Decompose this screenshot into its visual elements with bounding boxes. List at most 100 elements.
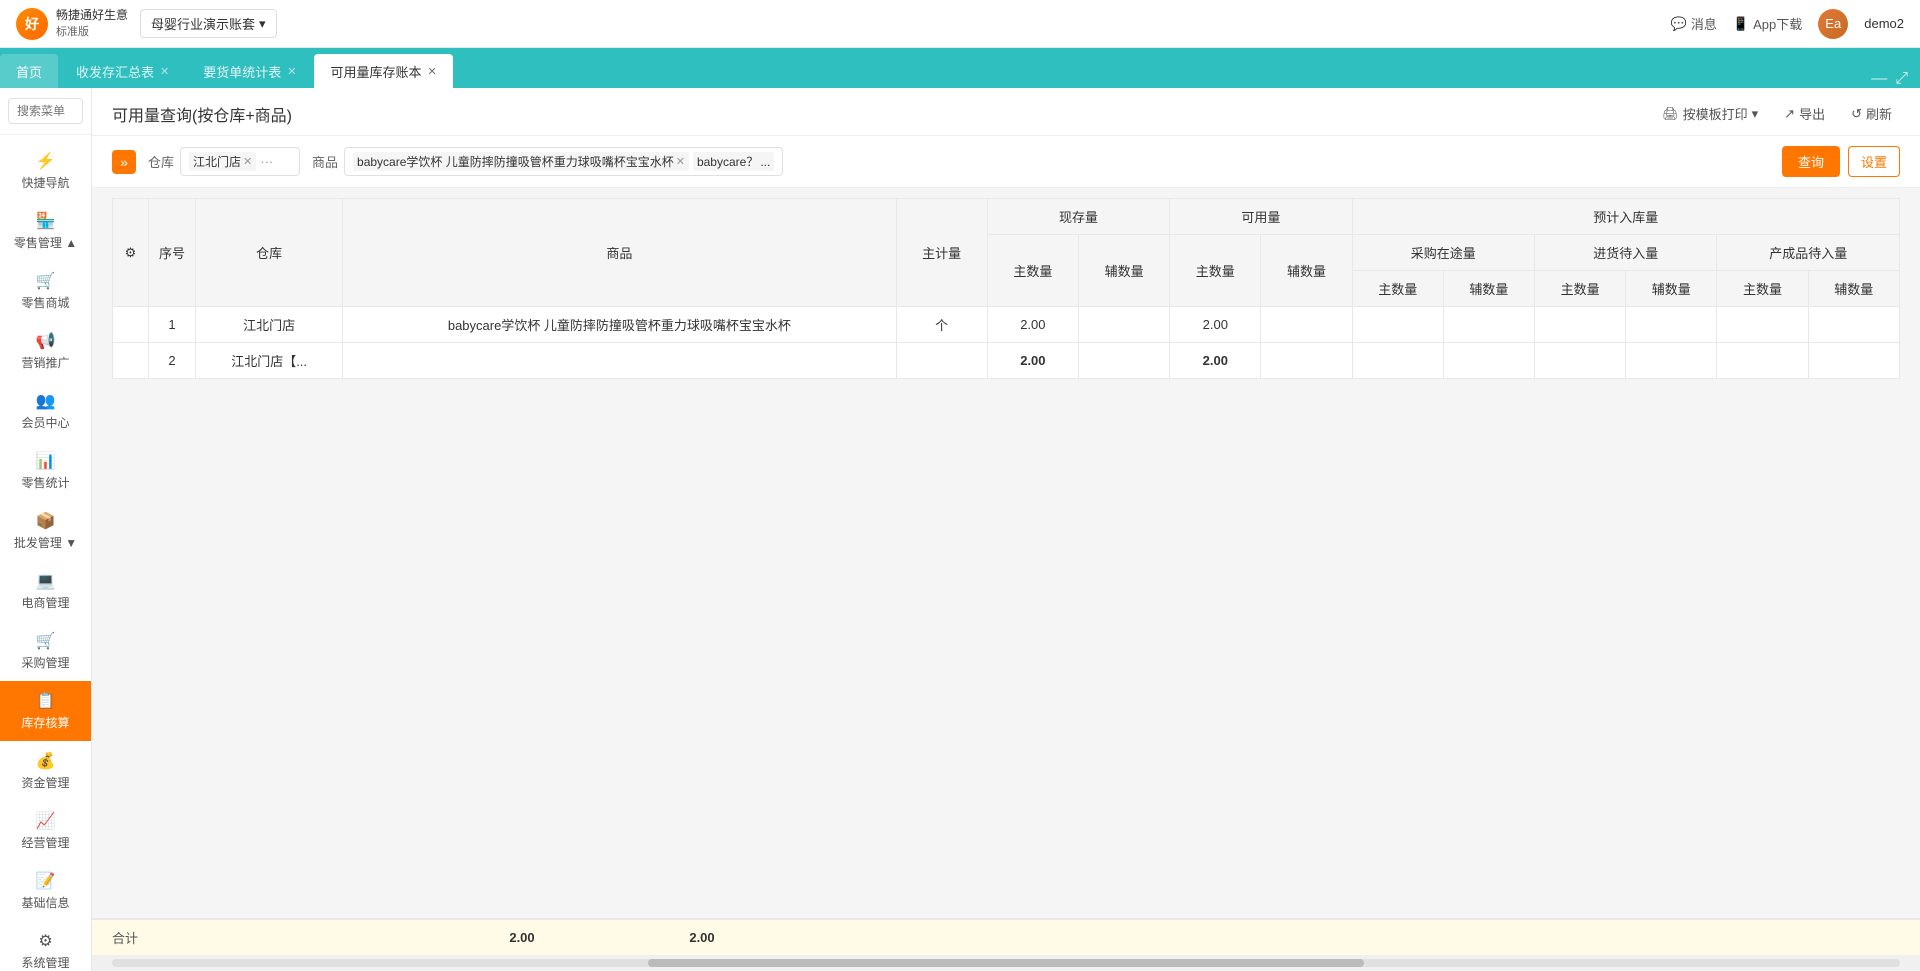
- top-bar: 好 畅捷通好生意 标准版 母婴行业演示账套 ▾ 💬 消息 📱 App下载 Ea …: [0, 0, 1920, 48]
- system-icon: ⚙: [38, 931, 52, 951]
- warehouse-more[interactable]: ···: [260, 154, 273, 169]
- print-chevron-icon: ▾: [1752, 106, 1759, 122]
- main-layout: ⚡ 快捷导航 🏪 零售管理 ▲ 🛒 零售商城 📢 营销推广 👥 会员中心 📊: [0, 88, 1920, 971]
- print-btn[interactable]: 🖨 按模板打印 ▾: [1654, 100, 1766, 127]
- search-input[interactable]: [8, 98, 83, 124]
- inventory-label: 库存核算: [21, 714, 69, 731]
- sidebar-item-retail-mall[interactable]: 🛒 零售商城: [0, 261, 91, 321]
- scroll-track[interactable]: [112, 959, 1900, 967]
- td-incoming-main-2: [1535, 343, 1626, 379]
- td-stock-sub-2: [1078, 343, 1169, 379]
- marketing-icon: 📢: [36, 331, 56, 351]
- sidebar-item-nav[interactable]: ⚡ 快捷导航: [0, 141, 91, 201]
- td-gear-2: [113, 343, 149, 379]
- th-incoming-main: 主数量: [1535, 271, 1626, 307]
- print-icon: 🖨: [1662, 106, 1679, 122]
- warehouse-filter-label: 仓库: [148, 152, 174, 171]
- export-label: 导出: [1799, 104, 1825, 123]
- scroll-thumb[interactable]: [648, 959, 1363, 967]
- retail-mgmt-label: 零售管理 ▲: [14, 234, 77, 251]
- tab-close-order[interactable]: ✕: [287, 65, 296, 78]
- basic-icon: 📝: [36, 871, 56, 891]
- th-no: 序号: [149, 199, 196, 307]
- th-unit: 主计量: [896, 199, 987, 307]
- sidebar-item-wholesale[interactable]: 📦 批发管理 ▼: [0, 501, 91, 561]
- inventory-tab-label: 可用量库存账本: [330, 62, 421, 81]
- th-incoming-sub: 辅数量: [1626, 271, 1717, 307]
- sidebar-item-basic[interactable]: 📝 基础信息: [0, 861, 91, 921]
- tab-close-inventory[interactable]: ✕: [428, 65, 437, 78]
- table-row: 1 江北门店 babycare学饮杯 儿童防摔防撞吸管杯重力球吸嘴杯宝宝水杯 个…: [113, 307, 1900, 343]
- sidebar-item-system[interactable]: ⚙ 系统管理: [0, 921, 91, 971]
- operations-label: 经营管理: [21, 834, 69, 851]
- warehouse-tag-value: 江北门店: [193, 153, 241, 170]
- product-filter-label: 商品: [312, 152, 338, 171]
- message-btn[interactable]: 💬 消息: [1671, 14, 1717, 33]
- tab-inventory[interactable]: 可用量库存账本 ✕: [314, 54, 452, 88]
- refresh-icon: ↺: [1851, 106, 1862, 122]
- sidebar-item-retail-mgmt[interactable]: 🏪 零售管理 ▲: [0, 201, 91, 261]
- sidebar-item-members[interactable]: 👥 会员中心: [0, 381, 91, 441]
- tab-actions: — ⤢: [1871, 70, 1920, 88]
- avatar-initials: Ea: [1825, 16, 1841, 31]
- warehouse-tag-close[interactable]: ✕: [243, 155, 252, 168]
- sidebar-item-purchase[interactable]: 🛒 采购管理: [0, 621, 91, 681]
- th-stock-sub: 辅数量: [1078, 235, 1169, 307]
- th-warehouse: 仓库: [196, 199, 343, 307]
- tab-home[interactable]: 首页: [0, 54, 58, 88]
- avatar[interactable]: Ea: [1818, 9, 1848, 39]
- sidebar-item-retail-stats[interactable]: 📊 零售统计: [0, 441, 91, 501]
- scroll-bar: [92, 955, 1920, 971]
- nav-label: 快捷导航: [21, 174, 69, 191]
- sidebar-item-inventory[interactable]: 📋 库存核算: [0, 681, 91, 741]
- chevron-down-icon: ▾: [259, 16, 266, 32]
- query-button[interactable]: 查询: [1782, 146, 1840, 177]
- export-btn[interactable]: ↗ 导出: [1776, 100, 1833, 127]
- refresh-btn[interactable]: ↺ 刷新: [1843, 100, 1900, 127]
- td-avail-main-2: 2.00: [1170, 343, 1261, 379]
- tab-fullscreen-btn[interactable]: ⤢: [1895, 70, 1908, 88]
- product-tag-1-close[interactable]: ✕: [676, 155, 685, 168]
- th-forecast: 预计入库量: [1352, 199, 1899, 235]
- setting-button[interactable]: 设置: [1848, 146, 1900, 177]
- industry-selector[interactable]: 母婴行业演示账套 ▾: [140, 9, 277, 38]
- th-gear[interactable]: ⚙: [113, 199, 149, 307]
- top-bar-left: 好 畅捷通好生意 标准版 母婴行业演示账套 ▾: [16, 8, 277, 40]
- td-transit-sub-2: [1443, 343, 1534, 379]
- th-available: 可用量: [1170, 199, 1352, 235]
- td-gear: [113, 307, 149, 343]
- tab-order[interactable]: 要货单统计表 ✕: [187, 54, 312, 88]
- td-avail-main-1: 2.00: [1170, 307, 1261, 343]
- print-label: 按模板打印: [1683, 104, 1748, 123]
- logo-text-area: 畅捷通好生意 标准版: [56, 8, 128, 40]
- page-header: 可用量查询(按仓库+商品) 🖨 按模板打印 ▾ ↗ 导出 ↺ 刷新: [92, 88, 1920, 136]
- warehouse-input[interactable]: 江北门店 ✕ ···: [180, 147, 300, 176]
- logo-title: 畅捷通好生意: [56, 8, 128, 24]
- th-transit-sub: 辅数量: [1443, 271, 1534, 307]
- sidebar-item-marketing[interactable]: 📢 营销推广: [0, 321, 91, 381]
- product-input[interactable]: babycare学饮杯 儿童防摔防撞吸管杯重力球吸嘴杯宝宝水杯 ✕ babyca…: [344, 147, 783, 176]
- th-avail-main: 主数量: [1170, 235, 1261, 307]
- tab-receipt[interactable]: 收发存汇总表 ✕: [60, 54, 185, 88]
- sidebar-item-operations[interactable]: 📈 经营管理: [0, 801, 91, 861]
- top-bar-right: 💬 消息 📱 App下载 Ea demo2: [1671, 9, 1904, 39]
- th-production: 产成品待入量: [1717, 235, 1900, 271]
- product-tag-2-value: babycare？: [697, 153, 758, 170]
- table-row: 2 江北门店【... 2.00 2.00: [113, 343, 1900, 379]
- filter-expand-btn[interactable]: »: [112, 150, 136, 174]
- ecommerce-icon: 💻: [36, 571, 56, 591]
- download-icon: 📱: [1733, 16, 1749, 32]
- content-area: 可用量查询(按仓库+商品) 🖨 按模板打印 ▾ ↗ 导出 ↺ 刷新 »: [92, 88, 1920, 971]
- tab-minimize-btn[interactable]: —: [1871, 70, 1887, 88]
- td-incoming-sub-1: [1626, 307, 1717, 343]
- refresh-label: 刷新: [1866, 104, 1892, 123]
- retail-stats-icon: 📊: [36, 451, 56, 471]
- td-production-sub-1: [1808, 307, 1899, 343]
- tab-close-receipt[interactable]: ✕: [160, 65, 169, 78]
- sidebar-item-finance[interactable]: 💰 资金管理: [0, 741, 91, 801]
- download-label: App下载: [1753, 14, 1802, 33]
- app-download-btn[interactable]: 📱 App下载: [1733, 14, 1802, 33]
- ecommerce-label: 电商管理: [21, 594, 69, 611]
- finance-label: 资金管理: [21, 774, 69, 791]
- sidebar-item-ecommerce[interactable]: 💻 电商管理: [0, 561, 91, 621]
